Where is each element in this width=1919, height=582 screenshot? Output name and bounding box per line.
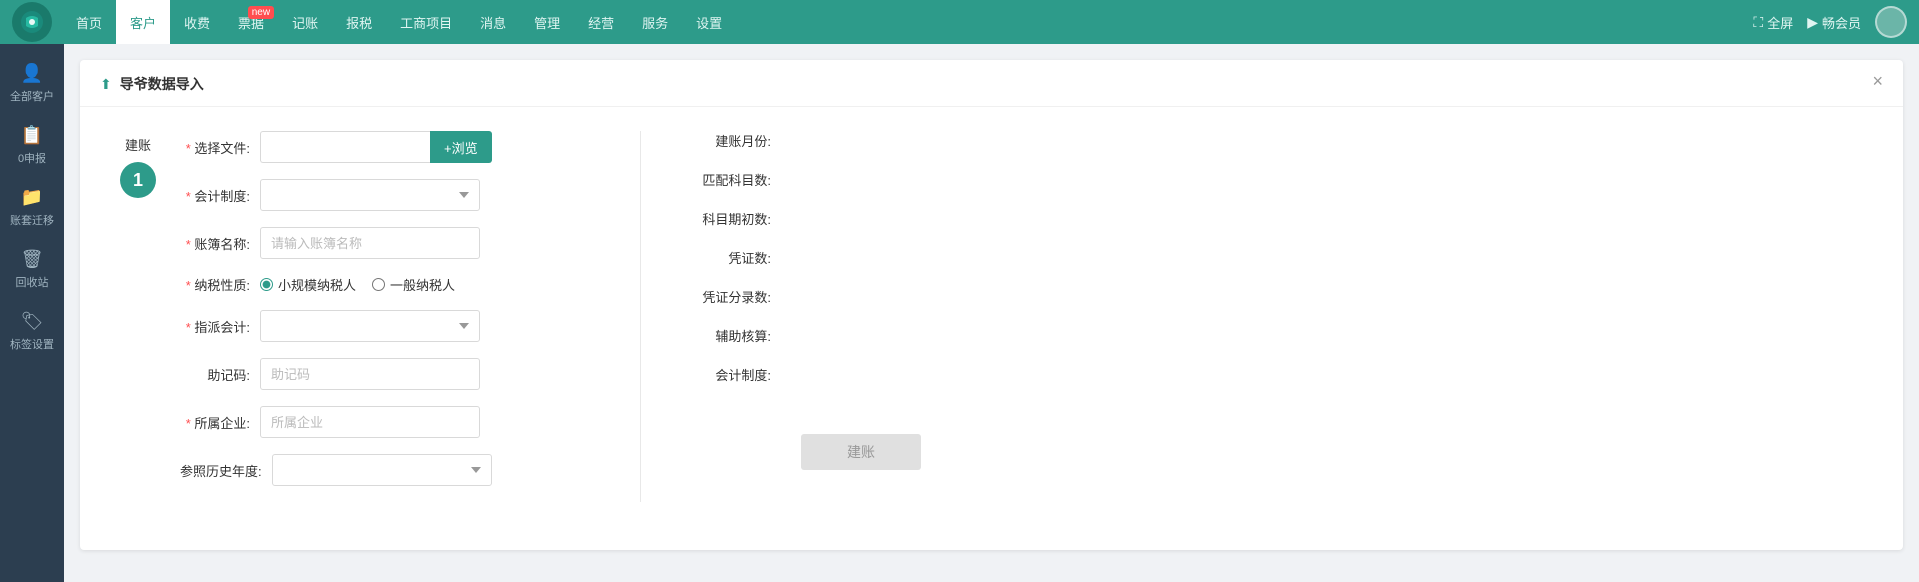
info-btn-row: 建账	[681, 404, 1041, 470]
file-input[interactable]	[260, 131, 430, 163]
voucher-entries-label: 凭证分录数:	[681, 287, 781, 306]
memo-row: 助记码:	[180, 358, 600, 390]
company-input[interactable]	[260, 406, 480, 438]
tax-general-radio[interactable]	[372, 278, 385, 291]
build-month-label: 建账月份:	[681, 131, 781, 150]
nav-settings[interactable]: 设置	[682, 0, 736, 44]
initial-period-row: 科目期初数:	[681, 209, 1041, 228]
accountant-label: 指派会计:	[180, 317, 260, 336]
ledger-name-input[interactable]	[260, 227, 480, 259]
tax-type-label: 纳税性质:	[180, 275, 260, 294]
ledger-name-row: 账簿名称:	[180, 227, 600, 259]
match-accounts-label: 匹配科目数:	[681, 170, 781, 189]
invoice-badge: new	[248, 6, 274, 19]
memo-label: 助记码:	[180, 365, 260, 384]
all-clients-icon: 👤	[21, 62, 43, 84]
tax-small-label[interactable]: 小规模纳税人	[260, 275, 356, 294]
logo[interactable]	[12, 2, 52, 42]
sidebar-item-all-clients[interactable]: 👤 全部客户	[0, 52, 64, 114]
step-section: 建账 1	[120, 135, 156, 502]
info-section: 建账月份: 匹配科目数: 科目期初数: 凭证数:	[681, 131, 1041, 502]
nav-manage[interactable]: 管理	[520, 0, 574, 44]
build-month-row: 建账月份:	[681, 131, 1041, 150]
account-migration-icon: 📁	[21, 186, 43, 208]
sidebar-item-recycle[interactable]: 🗑 回收站	[0, 238, 64, 300]
auxiliary-row: 辅助核算:	[681, 326, 1041, 345]
accountant-row: 指派会计:	[180, 310, 600, 342]
build-button[interactable]: 建账	[801, 434, 921, 470]
topnav: 首页 客户 收费 票据 new 记账 报税 工商项目 消息 管理 经营 服务 设…	[0, 0, 1919, 44]
accounting-system-select[interactable]	[260, 179, 480, 211]
memo-input[interactable]	[260, 358, 480, 390]
company-label: 所属企业:	[180, 413, 260, 432]
form-section: 选择文件: +浏览 会计制度:	[180, 131, 600, 502]
nav-invoice[interactable]: 票据 new	[224, 0, 278, 44]
sidebar-item-declaration[interactable]: 📋 0申报	[0, 114, 64, 176]
recycle-icon: 🗑	[21, 248, 43, 270]
nav-clients[interactable]: 客户	[116, 0, 170, 44]
nav-bookkeeping[interactable]: 记账	[278, 0, 332, 44]
dialog-body: 建账 1 选择文件: +浏览 会计制度:	[80, 107, 1903, 526]
match-accounts-row: 匹配科目数:	[681, 170, 1041, 189]
nav-services[interactable]: 服务	[628, 0, 682, 44]
file-label: 选择文件:	[180, 138, 260, 157]
file-row: 选择文件: +浏览	[180, 131, 600, 163]
step-label: 建账	[125, 135, 151, 154]
dialog-header: ⬆ 导爷数据导入 ×	[80, 60, 1903, 107]
nav-billing[interactable]: 收费	[170, 0, 224, 44]
nav-industrial[interactable]: 工商项目	[386, 0, 466, 44]
history-year-select[interactable]	[272, 454, 492, 486]
voucher-entries-row: 凭证分录数:	[681, 287, 1041, 306]
nav-home[interactable]: 首页	[62, 0, 116, 44]
info-accounting-system-label: 会计制度:	[681, 365, 781, 384]
tax-small-radio[interactable]	[260, 278, 273, 291]
auxiliary-label: 辅助核算:	[681, 326, 781, 345]
sidebar: 👤 全部客户 📋 0申报 📁 账套迁移 🗑 回收站 🏷 标签设置	[0, 44, 64, 582]
nav-message[interactable]: 消息	[466, 0, 520, 44]
accountant-select[interactable]	[260, 310, 480, 342]
tax-type-row: 纳税性质: 小规模纳税人 一般纳税人	[180, 275, 600, 294]
form-divider	[640, 131, 641, 502]
nav-operations[interactable]: 经营	[574, 0, 628, 44]
main-layout: 👤 全部客户 📋 0申报 📁 账套迁移 🗑 回收站 🏷 标签设置 ⬆ 导爷数据导…	[0, 44, 1919, 582]
accounting-system-row: 会计制度:	[180, 179, 600, 211]
company-row: 所属企业:	[180, 406, 600, 438]
dialog-close-button[interactable]: ×	[1872, 72, 1883, 90]
content-area: ⬆ 导爷数据导入 × 建账 1 选择文件:	[64, 44, 1919, 582]
voucher-count-row: 凭证数:	[681, 248, 1041, 267]
initial-period-label: 科目期初数:	[681, 209, 781, 228]
history-year-row: 参照历史年度:	[180, 454, 600, 486]
tag-settings-icon: 🏷	[21, 310, 43, 332]
fullscreen-icon: ⛶	[1753, 14, 1763, 31]
sidebar-item-tag-settings[interactable]: 🏷 标签设置	[0, 300, 64, 362]
member-icon: ▶	[1807, 14, 1818, 31]
file-input-group: +浏览	[260, 131, 492, 163]
ledger-name-label: 账簿名称:	[180, 234, 260, 253]
browse-button[interactable]: +浏览	[430, 131, 492, 163]
fullscreen-btn[interactable]: ⛶ 全屏	[1753, 13, 1793, 32]
history-year-label: 参照历史年度:	[180, 461, 272, 480]
avatar[interactable]	[1875, 6, 1907, 38]
accounting-system-label: 会计制度:	[180, 186, 260, 205]
dialog-card: ⬆ 导爷数据导入 × 建账 1 选择文件:	[80, 60, 1903, 550]
tax-type-radio-group: 小规模纳税人 一般纳税人	[260, 275, 455, 294]
voucher-count-label: 凭证数:	[681, 248, 781, 267]
member-btn[interactable]: ▶ 畅会员	[1807, 13, 1861, 32]
declaration-icon: 📋	[21, 124, 43, 146]
dialog-title: 导爷数据导入	[120, 74, 204, 94]
nav-tax[interactable]: 报税	[332, 0, 386, 44]
info-accounting-system-row: 会计制度:	[681, 365, 1041, 384]
topnav-right: ⛶ 全屏 ▶ 畅会员	[1753, 6, 1907, 38]
sidebar-item-account-migration[interactable]: 📁 账套迁移	[0, 176, 64, 238]
dialog-header-icon: ⬆	[100, 76, 112, 93]
tax-general-label[interactable]: 一般纳税人	[372, 275, 455, 294]
step-circle: 1	[120, 162, 156, 198]
